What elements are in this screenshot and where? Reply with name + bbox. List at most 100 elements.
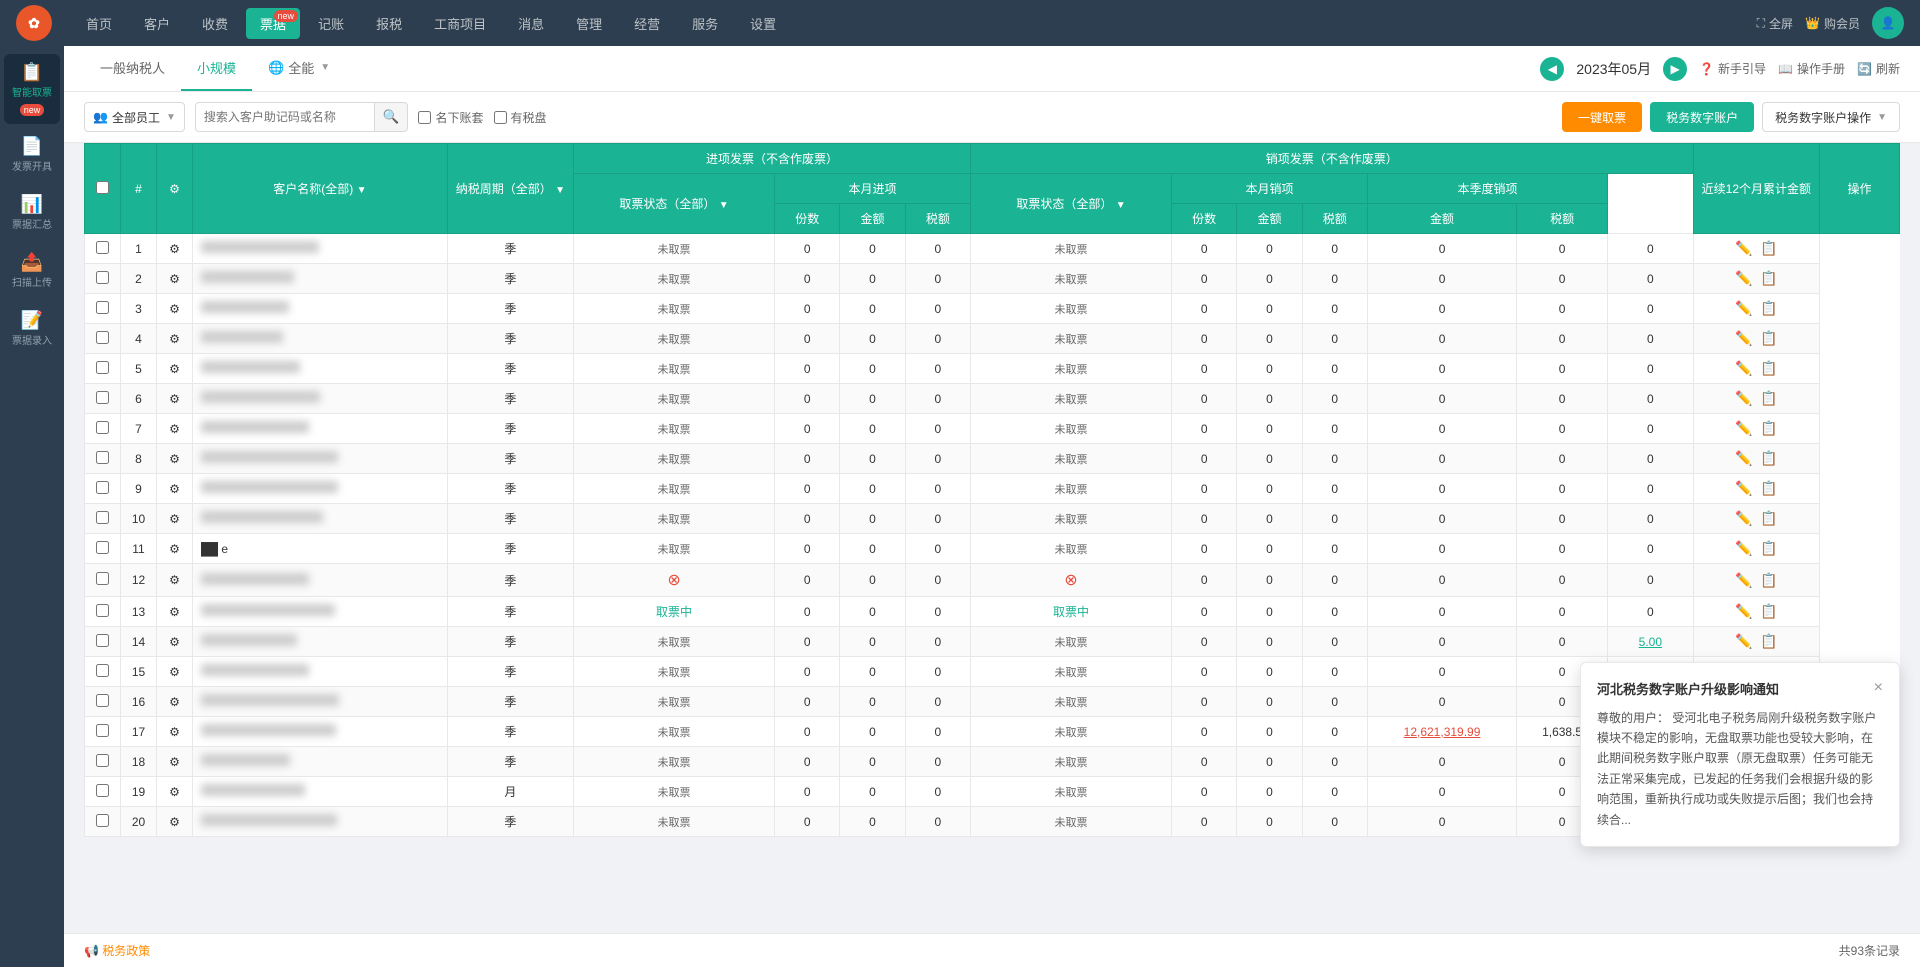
nav-billing[interactable]: 收费 xyxy=(188,8,242,39)
row-settings[interactable]: ⚙ xyxy=(157,564,193,597)
user-avatar[interactable]: 👤 xyxy=(1872,7,1904,39)
row-settings[interactable]: ⚙ xyxy=(157,354,193,384)
next-month-btn[interactable]: ▶ xyxy=(1663,57,1687,81)
sidebar-item-smart-invoice[interactable]: 📋 智能取票 new xyxy=(4,54,60,124)
row-settings[interactable]: ⚙ xyxy=(157,777,193,807)
tab-small-scale[interactable]: 小规模 xyxy=(181,46,252,91)
nav-operation[interactable]: 经营 xyxy=(620,8,674,39)
row-checkbox[interactable] xyxy=(96,754,109,767)
copy-icon[interactable]: 📋 xyxy=(1760,540,1777,556)
copy-icon[interactable]: 📋 xyxy=(1760,420,1777,436)
row-checkbox[interactable] xyxy=(96,604,109,617)
row-settings[interactable]: ⚙ xyxy=(157,474,193,504)
nav-invoice[interactable]: 票据 new xyxy=(246,8,300,39)
deduct-amount-link[interactable]: 12,621,319.99 xyxy=(1404,725,1481,739)
nav-tax[interactable]: 报税 xyxy=(362,8,416,39)
copy-icon[interactable]: 📋 xyxy=(1760,450,1777,466)
my-account-filter[interactable]: 名下账套 xyxy=(418,109,483,126)
copy-icon[interactable]: 📋 xyxy=(1760,360,1777,376)
copy-icon[interactable]: 📋 xyxy=(1760,330,1777,346)
nav-message[interactable]: 消息 xyxy=(504,8,558,39)
copy-icon[interactable]: 📋 xyxy=(1760,603,1777,619)
edit-icon[interactable]: ✏️ xyxy=(1735,240,1752,256)
copy-icon[interactable]: 📋 xyxy=(1760,270,1777,286)
running12-link[interactable]: 5.00 xyxy=(1639,635,1662,649)
col-fetch-out-header[interactable]: 取票状态（全部） ▼ xyxy=(970,174,1171,234)
one-click-fetch-btn[interactable]: 一键取票 xyxy=(1562,102,1642,132)
tax-digital-ops-btn[interactable]: 税务数字账户操作 ▼ xyxy=(1762,102,1900,132)
row-settings[interactable]: ⚙ xyxy=(157,504,193,534)
row-checkbox[interactable] xyxy=(96,634,109,647)
row-settings[interactable]: ⚙ xyxy=(157,414,193,444)
nav-settings[interactable]: 设置 xyxy=(736,8,790,39)
copy-icon[interactable]: 📋 xyxy=(1760,300,1777,316)
edit-icon[interactable]: ✏️ xyxy=(1735,270,1752,286)
tax-digital-account-btn[interactable]: 税务数字账户 xyxy=(1650,102,1754,132)
edit-icon[interactable]: ✏️ xyxy=(1735,540,1752,556)
select-all-checkbox[interactable] xyxy=(96,181,109,194)
search-button[interactable]: 🔍 xyxy=(375,102,409,132)
edit-icon[interactable]: ✏️ xyxy=(1735,390,1752,406)
row-checkbox[interactable] xyxy=(96,271,109,284)
my-account-checkbox[interactable] xyxy=(418,111,431,124)
copy-icon[interactable]: 📋 xyxy=(1760,240,1777,256)
row-settings[interactable]: ⚙ xyxy=(157,717,193,747)
nav-customer[interactable]: 客户 xyxy=(130,8,184,39)
row-settings[interactable]: ⚙ xyxy=(157,687,193,717)
has-tax-disk-filter[interactable]: 有税盘 xyxy=(494,109,547,126)
row-settings[interactable]: ⚙ xyxy=(157,597,193,627)
manual-btn[interactable]: 📖 操作手册 xyxy=(1778,60,1845,77)
tab-all-capable[interactable]: 🌐 全能 ▼ xyxy=(252,46,346,91)
nav-business[interactable]: 工商项目 xyxy=(420,8,500,39)
row-checkbox[interactable] xyxy=(96,331,109,344)
copy-icon[interactable]: 📋 xyxy=(1760,510,1777,526)
sidebar-item-scan-upload[interactable]: 📤 扫描上传 xyxy=(4,244,60,298)
sidebar-item-invoice-entry[interactable]: 📝 票据录入 xyxy=(4,302,60,356)
tab-general-taxpayer[interactable]: 一般纳税人 xyxy=(84,46,181,91)
row-checkbox[interactable] xyxy=(96,301,109,314)
row-checkbox[interactable] xyxy=(96,814,109,827)
nav-service[interactable]: 服务 xyxy=(678,8,732,39)
row-settings[interactable]: ⚙ xyxy=(157,627,193,657)
edit-icon[interactable]: ✏️ xyxy=(1735,510,1752,526)
row-settings[interactable]: ⚙ xyxy=(157,657,193,687)
row-settings[interactable]: ⚙ xyxy=(157,324,193,354)
employee-filter[interactable]: 👥 全部员工 ▼ xyxy=(84,102,185,132)
copy-icon[interactable]: 📋 xyxy=(1760,572,1777,588)
row-settings[interactable]: ⚙ xyxy=(157,234,193,264)
copy-icon[interactable]: 📋 xyxy=(1760,633,1777,649)
vip-btn[interactable]: 👑 购会员 xyxy=(1805,15,1860,32)
edit-icon[interactable]: ✏️ xyxy=(1735,420,1752,436)
tax-policy-link[interactable]: 📢 税务政策 xyxy=(84,942,150,959)
row-checkbox[interactable] xyxy=(96,481,109,494)
col-name-header[interactable]: 客户名称(全部) ▼ xyxy=(193,144,448,234)
copy-icon[interactable]: 📋 xyxy=(1760,480,1777,496)
row-settings[interactable]: ⚙ xyxy=(157,444,193,474)
row-settings[interactable]: ⚙ xyxy=(157,747,193,777)
row-checkbox[interactable] xyxy=(96,421,109,434)
sidebar-item-invoice-summary[interactable]: 📊 票据汇总 xyxy=(4,186,60,240)
col-tax-period-header[interactable]: 纳税周期（全部） ▼ xyxy=(447,144,573,234)
edit-icon[interactable]: ✏️ xyxy=(1735,572,1752,588)
row-checkbox[interactable] xyxy=(96,724,109,737)
edit-icon[interactable]: ✏️ xyxy=(1735,450,1752,466)
search-input[interactable] xyxy=(195,102,375,132)
row-checkbox[interactable] xyxy=(96,451,109,464)
row-checkbox[interactable] xyxy=(96,784,109,797)
new-guide-btn[interactable]: ❓ 新手引导 xyxy=(1699,60,1766,77)
edit-icon[interactable]: ✏️ xyxy=(1735,480,1752,496)
nav-bookkeeping[interactable]: 记账 xyxy=(304,8,358,39)
row-checkbox[interactable] xyxy=(96,391,109,404)
edit-icon[interactable]: ✏️ xyxy=(1735,360,1752,376)
row-checkbox[interactable] xyxy=(96,361,109,374)
row-checkbox[interactable] xyxy=(96,694,109,707)
prev-month-btn[interactable]: ◀ xyxy=(1540,57,1564,81)
sidebar-item-open-invoice[interactable]: 📄 发票开具 xyxy=(4,128,60,182)
nav-manage[interactable]: 管理 xyxy=(562,8,616,39)
nav-home[interactable]: 首页 xyxy=(72,8,126,39)
row-checkbox[interactable] xyxy=(96,241,109,254)
row-settings[interactable]: ⚙ xyxy=(157,534,193,564)
has-tax-disk-checkbox[interactable] xyxy=(494,111,507,124)
row-settings[interactable]: ⚙ xyxy=(157,384,193,414)
col-fetch-in-header[interactable]: 取票状态（全部） ▼ xyxy=(574,174,775,234)
